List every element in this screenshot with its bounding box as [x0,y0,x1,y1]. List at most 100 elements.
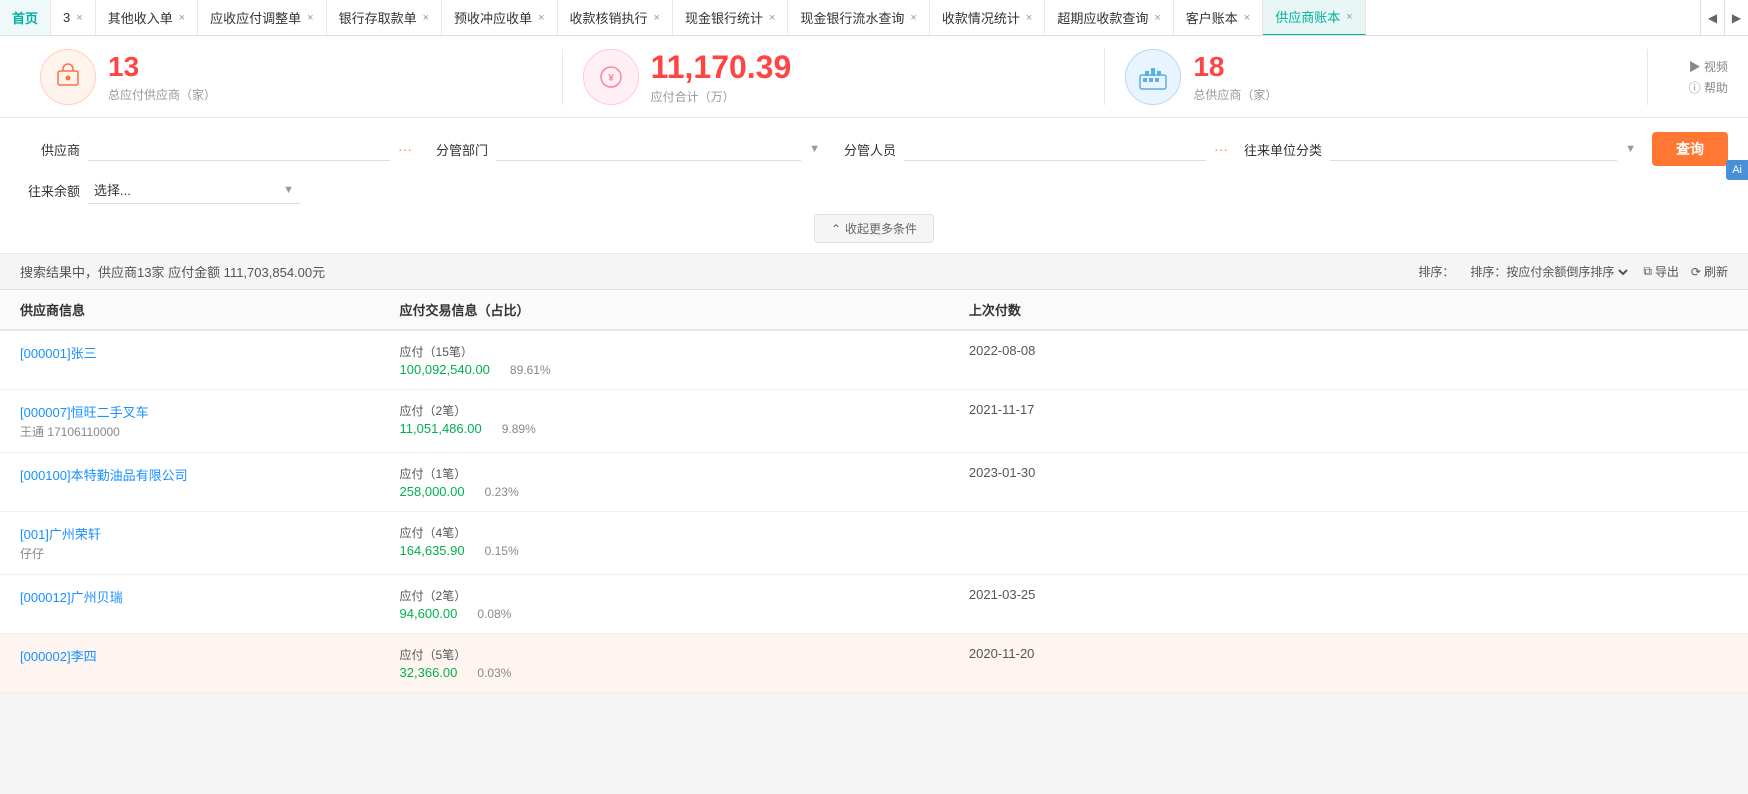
person-input[interactable] [904,137,1206,161]
nav-tab-cash-stat[interactable]: 现金银行统计 × [673,0,788,36]
nav-prev-arrow[interactable]: ◀ [1700,0,1724,36]
amount-pct: 0.08% [477,607,511,621]
receivable-adjust-label: 应收应付调整单 [210,8,301,27]
nav-tab-prepay-offset[interactable]: 预收冲应收单 × [442,0,557,36]
close-icon[interactable]: × [1026,12,1032,24]
amount-value[interactable]: 164,635.90 [400,543,465,558]
payable-suppliers-text: 13 总应付供应商（家） [108,50,542,103]
total-suppliers-icon [1125,49,1181,105]
balance-select[interactable]: 选择... ▼ [88,176,300,204]
ai-panel[interactable]: Ai [1726,160,1748,180]
close-icon[interactable]: × [76,12,82,24]
payable-info-col: 应付（15笔） 100,092,540.00 89.61% [400,343,969,377]
nav-tab-cash-flow[interactable]: 现金银行流水查询 × [788,0,929,36]
close-icon[interactable]: × [1154,12,1160,24]
supplier-link[interactable]: [000002]李四 [20,649,97,664]
last-pay-date: 2021-11-17 [969,402,1035,417]
payable-suppliers-number: 13 [108,50,542,84]
total-suppliers-number: 18 [1193,50,1627,84]
header-payable-info: 应付交易信息（占比） [400,300,969,319]
nav-next-arrow[interactable]: ▶ [1724,0,1748,36]
supplier-dots-btn[interactable]: ··· [398,141,412,157]
supplier-sub: 仔仔 [20,545,400,562]
close-icon[interactable]: × [179,12,185,24]
category-input[interactable] [1330,137,1617,161]
amount-value[interactable]: 258,000.00 [400,484,465,499]
close-icon[interactable]: × [423,12,429,24]
summary-bar: 13 总应付供应商（家） ¥ 11,170.39 应付合计（万） [0,36,1748,118]
other-income-label: 其他收入单 [108,8,173,27]
dept-chevron-icon[interactable]: ▼ [809,143,820,155]
nav-tab-bank-deposit[interactable]: 银行存取款单 × [327,0,442,36]
payable-total-number: 11,170.39 [651,48,1085,86]
filter-supplier: 供应商 ··· [20,137,412,161]
summary-payable-suppliers: 13 总应付供应商（家） [20,49,563,105]
supplier-link[interactable]: [000007]恒旺二手叉车 [20,405,149,420]
video-link[interactable]: ▶ 视频 [1689,58,1728,75]
table-row: [000100]本特勤油品有限公司 应付（1笔） 258,000.00 0.23… [0,453,1748,512]
nav-tab-customer-ledger[interactable]: 客户账本 × [1174,0,1263,36]
collapse-row: ⌃ 收起更多条件 [20,214,1728,243]
close-icon[interactable]: × [1346,11,1352,23]
last-pay-col: 2021-11-17 [969,402,1349,417]
results-bar: 搜索结果中，供应商13家 应付金额 111,703,854.00元 排序： 排序… [0,254,1748,290]
nav-tab-payment-exec[interactable]: 收款核销执行 × [558,0,673,36]
sort-select[interactable]: 排序：按应付余额倒序排序 [1466,264,1631,280]
nav-tab-collection-stat[interactable]: 收款情况统计 × [930,0,1045,36]
collection-stat-label: 收款情况统计 [942,8,1020,27]
close-icon[interactable]: × [538,12,544,24]
filter-area: 供应商 ··· 分管部门 ▼ 分管人员 ··· 往来单位分类 ▼ 查询 往来余额… [0,118,1748,254]
refresh-button[interactable]: ⟳ 刷新 [1691,263,1728,280]
nav-tab-home[interactable]: 首页 [0,0,51,36]
nav-tab-3[interactable]: 3 × [51,0,96,36]
person-dots-btn[interactable]: ··· [1214,141,1228,157]
search-button[interactable]: 查询 [1652,132,1728,166]
amount-value[interactable]: 94,600.00 [400,606,458,621]
payable-label: 应付（15笔） [400,343,969,360]
top-navigation: 首页 3 × 其他收入单 × 应收应付调整单 × 银行存取款单 × 预收冲应收单… [0,0,1748,36]
payable-label: 应付（5笔） [400,646,969,663]
amount-value[interactable]: 11,051,486.00 [400,421,482,436]
cash-flow-label: 现金银行流水查询 [800,8,904,27]
last-pay-date: 2022-08-08 [969,343,1036,358]
amount-row: 11,051,486.00 9.89% [400,421,969,436]
amount-value[interactable]: 32,366.00 [400,665,458,680]
supplier-link[interactable]: [000100]本特勤油品有限公司 [20,468,188,483]
last-pay-date: 2023-01-30 [969,465,1036,480]
last-pay-col: 2020-11-20 [969,646,1349,661]
nav-tab-overdue-query[interactable]: 超期应收款查询 × [1045,0,1173,36]
nav-tab-other-income[interactable]: 其他收入单 × [96,0,198,36]
nav-tab-receivable-adjust[interactable]: 应收应付调整单 × [198,0,326,36]
supplier-info-col: [000012]广州贝瑞 [20,587,400,606]
table-row: [000012]广州贝瑞 应付（2笔） 94,600.00 0.08% 2021… [0,575,1748,634]
collapse-up-icon: ⌃ [831,222,841,236]
supplier-link[interactable]: [000012]广州贝瑞 [20,590,123,605]
video-label: 视频 [1704,60,1728,74]
balance-chevron-icon: ▼ [283,184,294,196]
help-link[interactable]: ⓘ 帮助 [1689,79,1728,96]
table-row: [000007]恒旺二手叉车 王通 17106110000 应付（2笔） 11,… [0,390,1748,453]
supplier-link[interactable]: [001]广州荣轩 [20,527,101,542]
close-icon[interactable]: × [1244,12,1250,24]
filter-person: 分管人员 ··· [836,137,1228,161]
nav-tab-supplier-ledger[interactable]: 供应商账本 × [1263,0,1365,36]
refresh-label: 刷新 [1704,263,1728,280]
ai-label: Ai [1732,164,1742,176]
close-icon[interactable]: × [654,12,660,24]
payable-total-icon: ¥ [583,49,639,105]
supplier-input[interactable] [88,137,390,161]
supplier-ledger-label: 供应商账本 [1275,7,1340,26]
category-chevron-icon[interactable]: ▼ [1625,143,1636,155]
export-button[interactable]: ⧉ 导出 [1643,263,1679,280]
filter-balance: 往来余额 选择... ▼ [20,176,300,204]
close-icon[interactable]: × [307,12,313,24]
amount-value[interactable]: 100,092,540.00 [400,362,490,377]
balance-filter-label: 往来余额 [20,181,80,200]
close-icon[interactable]: × [769,12,775,24]
video-icon: ▶ [1689,60,1701,74]
close-icon[interactable]: × [910,12,916,24]
amount-pct: 0.23% [485,485,519,499]
supplier-link[interactable]: [000001]张三 [20,346,97,361]
collapse-button[interactable]: ⌃ 收起更多条件 [814,214,934,243]
dept-input[interactable] [496,137,801,161]
